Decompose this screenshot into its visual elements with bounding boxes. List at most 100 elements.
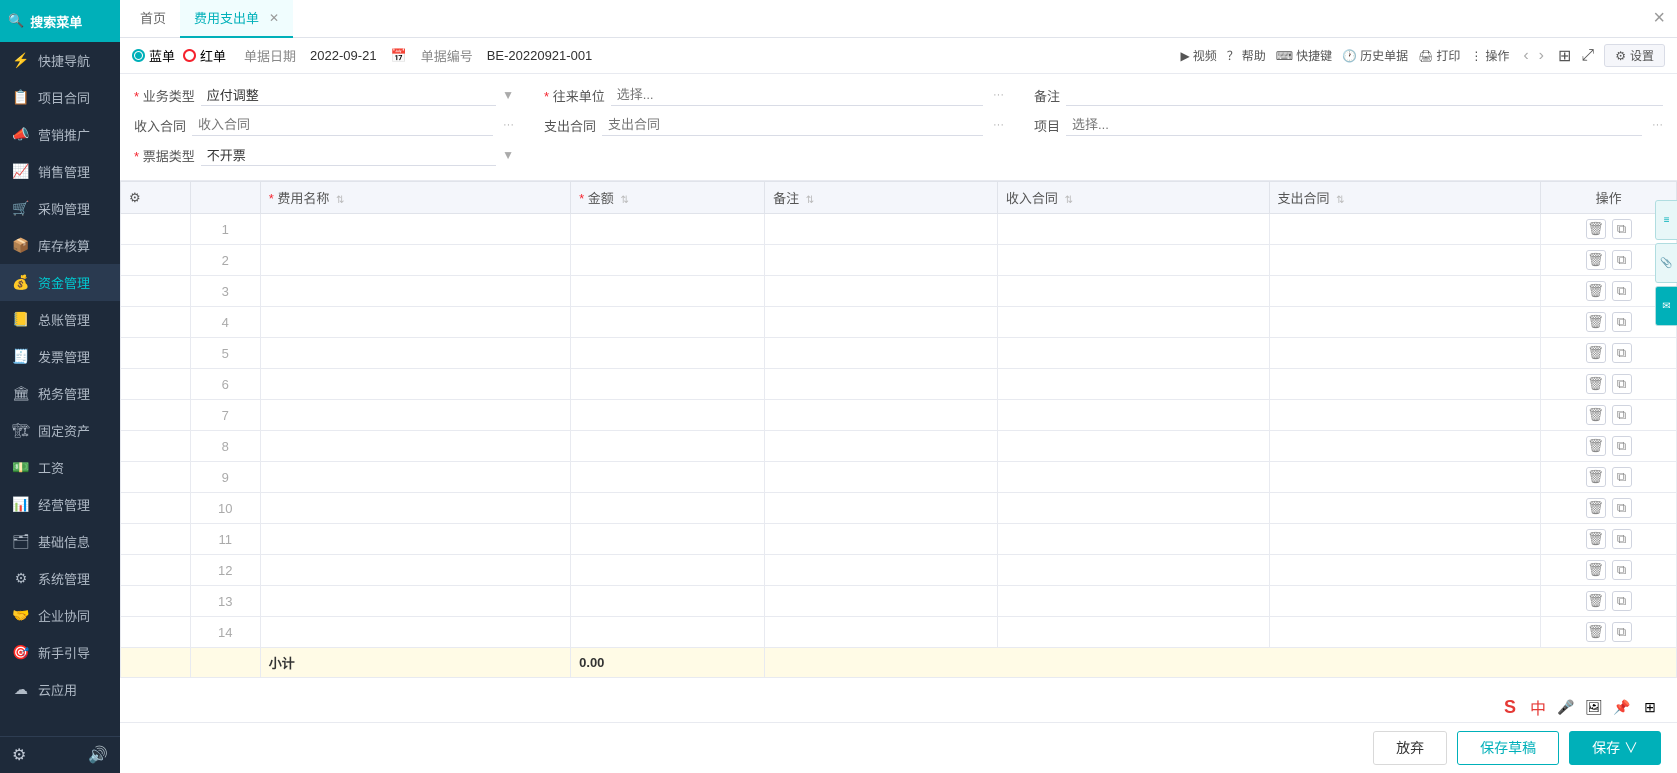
sidebar-item-salary[interactable]: 💵 工资 bbox=[0, 449, 120, 486]
row-note-cell[interactable] bbox=[765, 431, 998, 462]
income-contract-input[interactable] bbox=[192, 114, 493, 136]
tab-home[interactable]: 首页 bbox=[126, 0, 180, 38]
settings-icon[interactable]: ⚙ bbox=[12, 745, 26, 765]
grid-view-icon[interactable]: ⊞ bbox=[1558, 46, 1571, 66]
row-expense-cell[interactable] bbox=[1269, 214, 1541, 245]
rf-tab-2[interactable]: 📎 bbox=[1655, 243, 1677, 283]
nav-prev[interactable]: ‹ bbox=[1519, 45, 1532, 67]
row-note-cell[interactable] bbox=[765, 555, 998, 586]
row-delete-btn[interactable]: 🗑 bbox=[1586, 374, 1606, 394]
sidebar-item-inventory[interactable]: 📦 库存核算 bbox=[0, 227, 120, 264]
row-note-cell[interactable] bbox=[765, 307, 998, 338]
row-amount-cell[interactable] bbox=[571, 524, 765, 555]
row-copy-btn[interactable]: ⧉ bbox=[1612, 591, 1632, 611]
row-copy-btn[interactable]: ⧉ bbox=[1612, 467, 1632, 487]
sidebar-item-ops-mgmt[interactable]: 📊 经营管理 bbox=[0, 486, 120, 523]
row-note-cell[interactable] bbox=[765, 276, 998, 307]
row-delete-btn[interactable]: 🗑 bbox=[1586, 591, 1606, 611]
row-delete-btn[interactable]: 🗑 bbox=[1586, 219, 1606, 239]
row-name-cell[interactable] bbox=[260, 276, 570, 307]
row-note-cell[interactable] bbox=[765, 245, 998, 276]
shortcut-action[interactable]: ⌨ 快捷键 bbox=[1276, 47, 1332, 64]
blue-bill-radio[interactable]: 蓝单 bbox=[132, 46, 175, 65]
window-close-button[interactable]: × bbox=[1647, 5, 1671, 32]
row-expense-cell[interactable] bbox=[1269, 276, 1541, 307]
counterpart-input[interactable] bbox=[611, 84, 983, 106]
row-income-cell[interactable] bbox=[997, 493, 1269, 524]
row-income-cell[interactable] bbox=[997, 431, 1269, 462]
row-expense-cell[interactable] bbox=[1269, 617, 1541, 648]
biz-type-dropdown[interactable]: ▼ bbox=[502, 88, 514, 102]
row-delete-btn[interactable]: 🗑 bbox=[1586, 622, 1606, 642]
row-note-cell[interactable] bbox=[765, 369, 998, 400]
row-expense-cell[interactable] bbox=[1269, 369, 1541, 400]
row-expense-cell[interactable] bbox=[1269, 245, 1541, 276]
row-copy-btn[interactable]: ⧉ bbox=[1612, 250, 1632, 270]
volume-icon[interactable]: 🔊 bbox=[88, 745, 108, 765]
row-amount-cell[interactable] bbox=[571, 617, 765, 648]
row-name-cell[interactable] bbox=[260, 245, 570, 276]
row-name-cell[interactable] bbox=[260, 617, 570, 648]
row-income-cell[interactable] bbox=[997, 276, 1269, 307]
row-amount-cell[interactable] bbox=[571, 555, 765, 586]
row-note-cell[interactable] bbox=[765, 586, 998, 617]
tab-expense[interactable]: 费用支出单 ✕ bbox=[180, 0, 293, 38]
row-expense-cell[interactable] bbox=[1269, 307, 1541, 338]
row-copy-btn[interactable]: ⧉ bbox=[1612, 498, 1632, 518]
print-action[interactable]: 🖨 打印 bbox=[1418, 47, 1460, 64]
row-delete-btn[interactable]: 🗑 bbox=[1586, 281, 1606, 301]
row-delete-btn[interactable]: 🗑 bbox=[1586, 467, 1606, 487]
row-expense-cell[interactable] bbox=[1269, 586, 1541, 617]
row-amount-cell[interactable] bbox=[571, 276, 765, 307]
name-col-header[interactable]: * 费用名称 ⇅ bbox=[260, 182, 570, 214]
row-name-cell[interactable] bbox=[260, 400, 570, 431]
row-expense-cell[interactable] bbox=[1269, 524, 1541, 555]
row-income-cell[interactable] bbox=[997, 245, 1269, 276]
sidebar-item-project-contract[interactable]: 📋 项目合同 bbox=[0, 79, 120, 116]
row-name-cell[interactable] bbox=[260, 555, 570, 586]
sidebar-item-capital[interactable]: 💰 资金管理 bbox=[0, 264, 120, 301]
row-delete-btn[interactable]: 🗑 bbox=[1586, 560, 1606, 580]
expense-contract-input[interactable] bbox=[602, 114, 983, 136]
expense-col-header[interactable]: 支出合同 ⇅ bbox=[1269, 182, 1541, 214]
sidebar-item-base-info[interactable]: 🗂 基础信息 bbox=[0, 523, 120, 560]
row-name-cell[interactable] bbox=[260, 338, 570, 369]
invoice-type-dropdown[interactable]: ▼ bbox=[502, 148, 514, 162]
row-note-cell[interactable] bbox=[765, 214, 998, 245]
expand-icon[interactable]: ⤢ bbox=[1581, 47, 1594, 65]
row-expense-cell[interactable] bbox=[1269, 493, 1541, 524]
row-note-cell[interactable] bbox=[765, 338, 998, 369]
sidebar-search[interactable]: 🔍 搜索菜单 bbox=[0, 0, 120, 42]
counterpart-more[interactable]: ··· bbox=[993, 89, 1004, 101]
row-income-cell[interactable] bbox=[997, 524, 1269, 555]
row-note-cell[interactable] bbox=[765, 493, 998, 524]
sidebar-item-purchase[interactable]: 🛒 采购管理 bbox=[0, 190, 120, 227]
row-income-cell[interactable] bbox=[997, 307, 1269, 338]
row-delete-btn[interactable]: 🗑 bbox=[1586, 343, 1606, 363]
row-delete-btn[interactable]: 🗑 bbox=[1586, 250, 1606, 270]
row-expense-cell[interactable] bbox=[1269, 462, 1541, 493]
row-note-cell[interactable] bbox=[765, 400, 998, 431]
row-note-cell[interactable] bbox=[765, 524, 998, 555]
project-more[interactable]: ··· bbox=[1652, 119, 1663, 131]
row-copy-btn[interactable]: ⧉ bbox=[1612, 529, 1632, 549]
sidebar-item-corp-collab[interactable]: 🤝 企业协同 bbox=[0, 597, 120, 634]
row-name-cell[interactable] bbox=[260, 586, 570, 617]
row-amount-cell[interactable] bbox=[571, 369, 765, 400]
expense-contract-more[interactable]: ··· bbox=[993, 119, 1004, 131]
row-income-cell[interactable] bbox=[997, 400, 1269, 431]
save-button[interactable]: 保存 ∨ bbox=[1569, 731, 1661, 765]
sidebar-item-marketing[interactable]: 📣 营销推广 bbox=[0, 116, 120, 153]
settings-button[interactable]: ⚙ 设置 bbox=[1604, 44, 1665, 67]
sidebar-item-quick-nav[interactable]: ⚡ 快捷导航 bbox=[0, 42, 120, 79]
gear-col-header[interactable]: ⚙ bbox=[121, 182, 191, 214]
row-expense-cell[interactable] bbox=[1269, 431, 1541, 462]
nav-next[interactable]: › bbox=[1535, 45, 1548, 67]
row-income-cell[interactable] bbox=[997, 462, 1269, 493]
row-name-cell[interactable] bbox=[260, 524, 570, 555]
income-col-header[interactable]: 收入合同 ⇅ bbox=[997, 182, 1269, 214]
row-expense-cell[interactable] bbox=[1269, 338, 1541, 369]
row-amount-cell[interactable] bbox=[571, 245, 765, 276]
row-amount-cell[interactable] bbox=[571, 493, 765, 524]
row-delete-btn[interactable]: 🗑 bbox=[1586, 436, 1606, 456]
